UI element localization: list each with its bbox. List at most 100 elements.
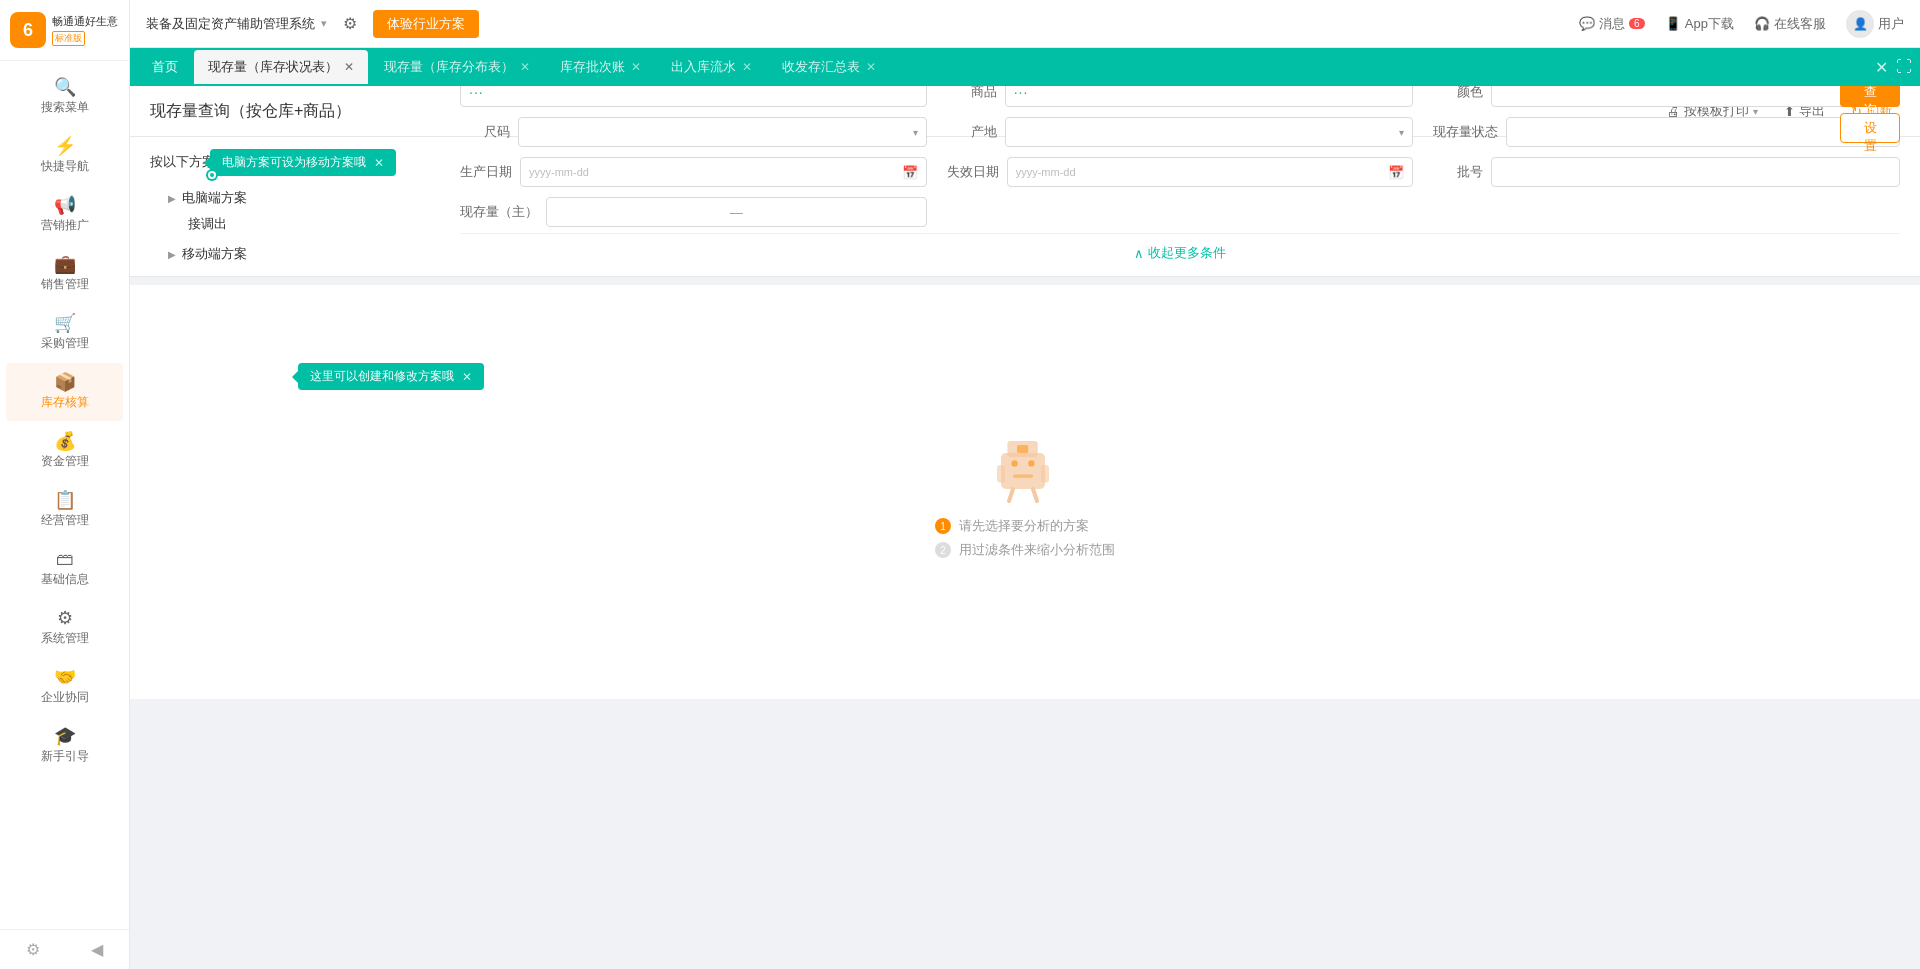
sidebar-item-operation[interactable]: 📋 经营管理 (6, 481, 123, 539)
top-settings-icon[interactable]: ⚙ (343, 14, 357, 33)
svg-line-8 (1009, 489, 1013, 501)
empty-state-illustration (975, 425, 1075, 505)
try-industry-button[interactable]: 体验行业方案 (373, 10, 479, 38)
sidebar-item-quick-nav-label: 快捷导航 (41, 158, 89, 175)
stock-status-label: 现存量状态 (1433, 123, 1498, 141)
search-icon: 🔍 (54, 78, 76, 96)
batch-no-input[interactable] (1491, 157, 1900, 187)
message-item[interactable]: 💬 消息 6 (1579, 15, 1645, 33)
tab-close-in-out-flow[interactable]: ✕ (742, 61, 752, 73)
color-select[interactable]: ▾ (1491, 86, 1900, 107)
main-area: 装备及固定资产辅助管理系统 ▾ ⚙ 体验行业方案 💬 消息 6 📱 App下载 … (130, 0, 1920, 969)
size-select[interactable]: ▾ (518, 117, 927, 147)
tab-inventory-dist[interactable]: 现存量（库存分布表） ✕ (370, 50, 544, 84)
sidebar-item-quick-nav[interactable]: ⚡ 快捷导航 (6, 127, 123, 185)
tab-close-inventory-batch[interactable]: ✕ (631, 61, 641, 73)
app-download-item[interactable]: 📱 App下载 (1665, 15, 1734, 33)
tab-inventory-batch[interactable]: 库存批次账 ✕ (546, 50, 655, 84)
user-item[interactable]: 👤 用户 (1846, 10, 1904, 38)
user-avatar: 👤 (1846, 10, 1874, 38)
sidebar-item-inventory[interactable]: 📦 库存核算 (6, 363, 123, 421)
mobile-scheme-expand-icon: ▶ (168, 249, 176, 260)
user-label: 用户 (1878, 15, 1904, 33)
size-dropdown-icon: ▾ (913, 127, 918, 138)
sidebar-item-purchase-label: 采购管理 (41, 335, 89, 352)
dropdown-arrow-icon[interactable]: ▾ (321, 17, 327, 30)
production-date-input[interactable]: yyyy-mm-dd 📅 (520, 157, 927, 187)
tooltip1-close-button[interactable]: ✕ (374, 156, 384, 170)
inventory-main-max-input[interactable] (747, 205, 918, 219)
close-all-tabs-icon[interactable]: ✕ (1875, 58, 1888, 77)
reset-button[interactable]: 设置 (1840, 113, 1900, 143)
app-download-label: App下载 (1685, 15, 1734, 33)
tab-inventory-batch-label: 库存批次账 (560, 58, 625, 76)
tab-close-inventory-dist[interactable]: ✕ (520, 61, 530, 73)
mobile-icon: 📱 (1665, 16, 1681, 31)
sidebar-nav: 🔍 搜索菜单 ⚡ 快捷导航 📢 营销推广 💼 销售管理 🛒 采购管理 📦 库存核… (0, 61, 129, 929)
filter-row-production-date: 生产日期 yyyy-mm-dd 📅 (460, 157, 927, 187)
company-name: 畅通通好生意 (52, 14, 118, 28)
collapse-conditions-button[interactable]: ∧ 收起更多条件 (1134, 244, 1226, 262)
search-button[interactable]: 查询 (1840, 86, 1900, 107)
tip-num-2: 2 (935, 542, 951, 558)
tab-receive-send[interactable]: 收发存汇总表 ✕ (768, 50, 890, 84)
tooltip2-close-button[interactable]: ✕ (462, 370, 472, 384)
empty-tip-2: 2 用过滤条件来缩小分析范围 (935, 541, 1115, 559)
range-dash: — (730, 205, 743, 220)
size-label: 尺码 (460, 123, 510, 141)
sidebar-item-marketing-label: 营销推广 (41, 217, 89, 234)
empty-state-area: 1 请先选择要分析的方案 2 用过滤条件来缩小分析范围 (130, 285, 1920, 699)
online-support-item[interactable]: 🎧 在线客服 (1754, 15, 1826, 33)
header-right-area: 💬 消息 6 📱 App下载 🎧 在线客服 👤 用户 (1579, 10, 1904, 38)
settings-bottom-icon[interactable]: ⚙ (26, 940, 40, 959)
cabinet-icon: 🗃 (56, 550, 74, 568)
empty-tip-1: 1 请先选择要分析的方案 (935, 517, 1115, 535)
collapse-sidebar-icon[interactable]: ◀ (91, 940, 103, 959)
child-scheme-label: 接调出 (188, 215, 227, 233)
filter-row-goods: 商品 ··· (947, 86, 1414, 107)
production-date-calendar-icon[interactable]: 📅 (902, 165, 918, 180)
sidebar-item-marketing[interactable]: 📢 营销推广 (6, 186, 123, 244)
tab-inventory-status[interactable]: 现存量（库存状况表） ✕ (194, 50, 368, 84)
tooltip-desktop-scheme: 电脑方案可设为移动方案哦 ✕ (210, 149, 396, 176)
expiry-date-calendar-icon[interactable]: 📅 (1388, 165, 1404, 180)
message-label: 消息 (1599, 15, 1625, 33)
lightning-icon: ⚡ (54, 137, 76, 155)
sidebar-item-search-label: 搜索菜单 (41, 99, 89, 116)
sidebar-item-sales[interactable]: 💼 销售管理 (6, 245, 123, 303)
online-support-label: 在线客服 (1774, 15, 1826, 33)
sidebar-item-search[interactable]: 🔍 搜索菜单 (6, 68, 123, 126)
tab-in-out-flow-label: 出入库流水 (671, 58, 736, 76)
dot-indicator (208, 171, 216, 179)
sidebar-item-basic[interactable]: 🗃 基础信息 (6, 540, 123, 598)
origin-dropdown-icon: ▾ (1399, 127, 1404, 138)
batch-no-label: 批号 (1433, 163, 1483, 181)
filter-row-inventory-main: 现存量（主） — (460, 197, 927, 227)
tab-close-receive-send[interactable]: ✕ (866, 61, 876, 73)
logo-area: 6 畅通通好生意 标准版 (0, 0, 129, 61)
warehouse-select[interactable]: ··· (460, 86, 927, 107)
origin-select[interactable]: ▾ (1005, 117, 1414, 147)
goods-dots: ··· (1014, 86, 1029, 100)
svg-rect-0 (1001, 453, 1045, 489)
sidebar-item-system[interactable]: ⚙ 系统管理 (6, 599, 123, 657)
sidebar-item-enterprise[interactable]: 🤝 企业协同 (6, 658, 123, 716)
expiry-date-input[interactable]: yyyy-mm-dd 📅 (1007, 157, 1414, 187)
sidebar-item-finance[interactable]: 💰 资金管理 (6, 422, 123, 480)
warehouse-dots: ··· (469, 86, 484, 100)
inventory-main-min-input[interactable] (555, 205, 726, 219)
sidebar-item-guide[interactable]: 🎓 新手引导 (6, 717, 123, 775)
svg-rect-7 (1013, 475, 1033, 478)
sidebar-item-enterprise-label: 企业协同 (41, 689, 89, 706)
logo-char: 6 (23, 20, 33, 41)
filter-fields-grid: ··· 商品 ··· 颜色 ▾ (460, 86, 1900, 262)
goods-select[interactable]: ··· (1005, 86, 1414, 107)
tab-in-out-flow[interactable]: 出入库流水 ✕ (657, 50, 766, 84)
expand-tabs-icon[interactable]: ⛶ (1896, 58, 1912, 76)
home-tab-label: 首页 (152, 59, 178, 74)
sidebar-item-finance-label: 资金管理 (41, 453, 89, 470)
tab-home[interactable]: 首页 (138, 52, 192, 82)
sidebar-item-purchase[interactable]: 🛒 采购管理 (6, 304, 123, 362)
tab-close-inventory-status[interactable]: ✕ (344, 61, 354, 73)
tab-inventory-dist-label: 现存量（库存分布表） (384, 58, 514, 76)
